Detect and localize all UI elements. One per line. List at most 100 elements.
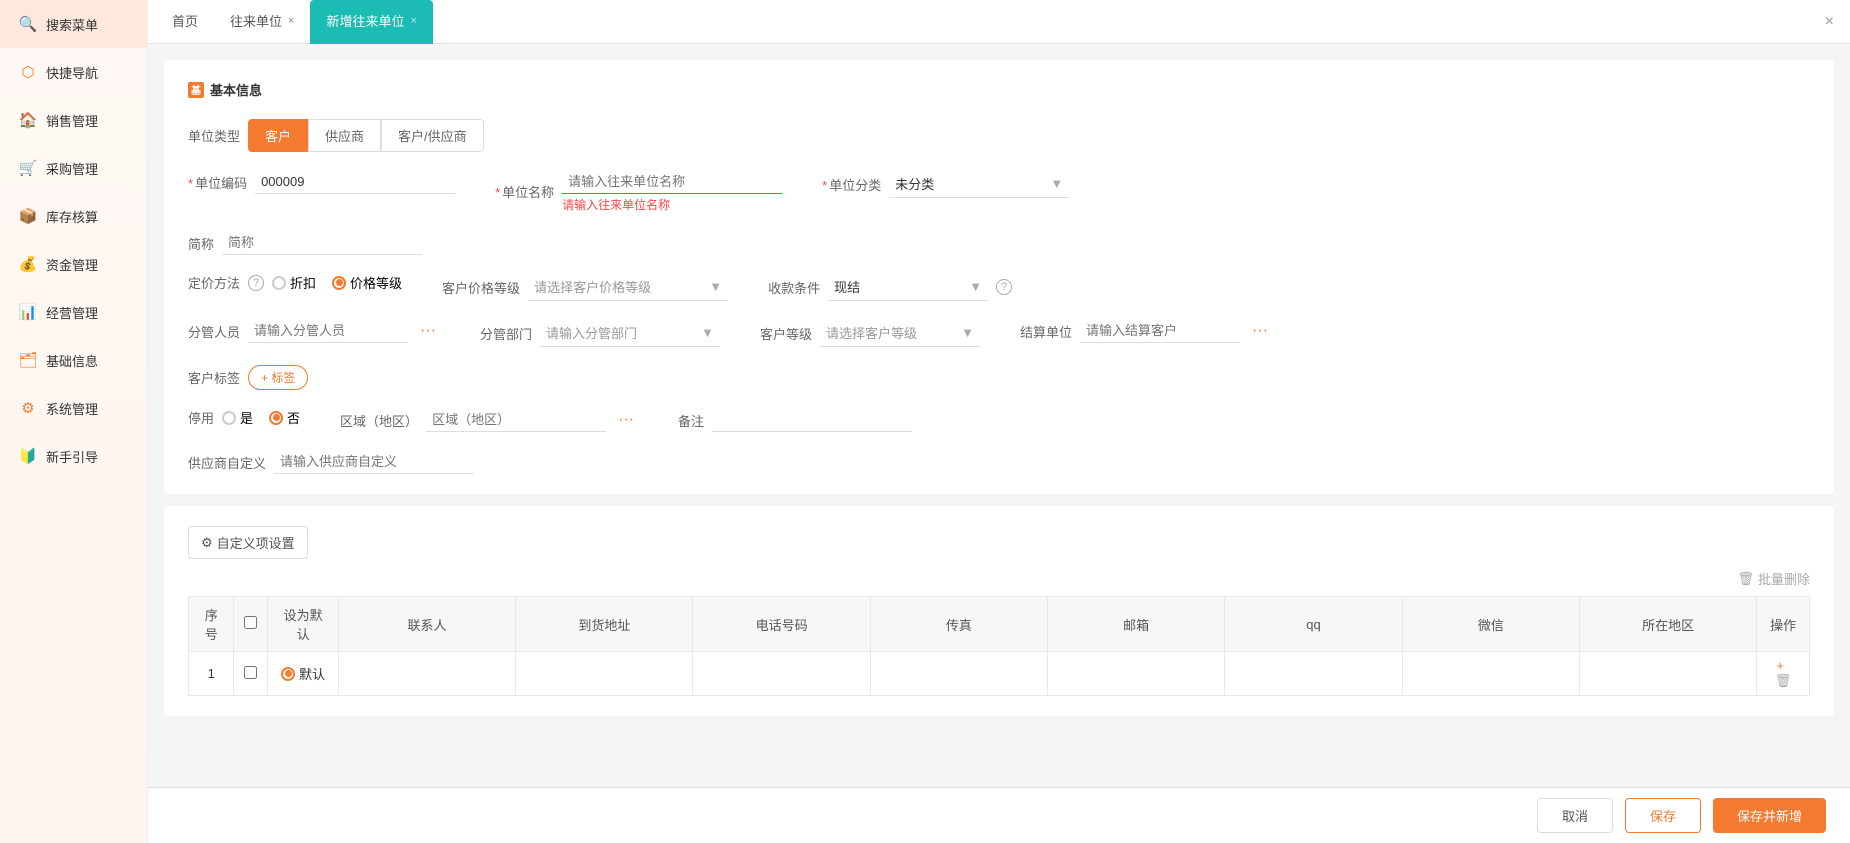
tabbar: 首页 往来单位 × 新增往来单位 × ×: [148, 0, 1850, 44]
field-disabled: 停用 是 否: [188, 408, 300, 427]
sidebar-item-system[interactable]: ⚙ 系统管理: [0, 384, 147, 432]
add-tag-button[interactable]: + 标签: [248, 365, 308, 390]
form-row-disabled: 停用 是 否: [188, 408, 1810, 432]
sidebar-item-purchase[interactable]: 🛒 采购管理: [0, 144, 147, 192]
col-qq: qq: [1225, 597, 1402, 652]
cell-contact[interactable]: [338, 652, 515, 696]
wechat-input[interactable]: [1413, 666, 1569, 681]
customer-level-select[interactable]: 请选择客户等级 ▼: [820, 319, 980, 347]
tab-counterparty[interactable]: 往来单位 ×: [214, 0, 310, 44]
unit-name-input[interactable]: [562, 170, 782, 194]
unit-category-select[interactable]: 未分类 ▼: [889, 170, 1069, 198]
save-add-button[interactable]: 保存并新增: [1713, 798, 1826, 833]
table-header-actions: 🗑 批量删除: [188, 569, 1810, 588]
basic-info-card: 基 基本信息 单位类型 客户 供应商 客户/供应商: [164, 60, 1834, 494]
delete-row-btn[interactable]: 🗑: [1775, 673, 1792, 688]
delete-icon: 🗑: [1737, 571, 1754, 587]
save-button[interactable]: 保存: [1625, 798, 1701, 833]
cell-email[interactable]: [1048, 652, 1225, 696]
address-input[interactable]: [526, 666, 682, 681]
qq-input[interactable]: [1235, 666, 1391, 681]
field-shortname: 简称: [188, 231, 422, 255]
cancel-button[interactable]: 取消: [1537, 798, 1613, 833]
contacts-table: 序号 设为默认 联系人 到货地址 电话号码 传真 邮箱 qq 微信 所在地区 操…: [188, 596, 1810, 696]
default-radio[interactable]: 默认: [278, 664, 327, 683]
cell-wechat[interactable]: [1402, 652, 1579, 696]
tab-home[interactable]: 首页: [156, 0, 214, 44]
select-all-checkbox[interactable]: [244, 616, 257, 629]
chevron-down-icon5: ▼: [961, 325, 974, 340]
tab-new-counterparty-close[interactable]: ×: [410, 15, 416, 27]
field-unit-category: *单位分类 未分类 ▼: [822, 170, 1069, 198]
radio-circle-level: [332, 276, 346, 290]
settlement-unit-input[interactable]: [1080, 319, 1240, 343]
btn-type-customer[interactable]: 客户: [248, 119, 308, 152]
cell-fax[interactable]: [870, 652, 1047, 696]
field-customer-price-level: 客户价格等级 请选择客户价格等级 ▼: [442, 273, 728, 301]
btn-type-both[interactable]: 客户/供应商: [381, 119, 484, 152]
unit-name-wrap: 请输入往来单位名称: [562, 170, 782, 213]
col-check: [234, 597, 268, 652]
short-name-input[interactable]: [222, 231, 422, 255]
sidebar-item-basicinfo[interactable]: 🗂 基础信息: [0, 336, 147, 384]
field-settlement-unit: 结算单位 ···: [1020, 319, 1272, 343]
contact-input[interactable]: [349, 666, 505, 681]
gear-icon: ⚙: [201, 535, 213, 551]
cell-region[interactable]: [1580, 652, 1757, 696]
sidebar-item-quicknav[interactable]: ⬡ 快捷导航: [0, 48, 147, 96]
manager-input[interactable]: [248, 319, 408, 343]
sidebar-item-guide[interactable]: 🔰 新手引导: [0, 432, 147, 480]
settlement-more-btn[interactable]: ···: [1248, 322, 1272, 340]
custom-settings-button[interactable]: ⚙ 自定义项设置: [188, 526, 308, 559]
custom-settings-row: ⚙ 自定义项设置: [188, 526, 1810, 559]
tabbar-close-all[interactable]: ×: [1817, 13, 1842, 31]
remark-input[interactable]: [712, 408, 912, 432]
field-supplier-custom: 供应商自定义: [188, 450, 474, 474]
cell-ops: + 🗑: [1757, 652, 1810, 696]
region-table-input[interactable]: [1590, 666, 1746, 681]
field-unit-name: *单位名称 请输入往来单位名称: [495, 170, 782, 213]
phone-input[interactable]: [703, 666, 859, 681]
manager-more-btn[interactable]: ···: [416, 322, 440, 340]
region-input[interactable]: [426, 408, 606, 432]
operations-icon: 📊: [18, 302, 38, 322]
sidebar-item-search[interactable]: 🔍 搜索菜单: [0, 0, 147, 48]
sidebar-item-sales[interactable]: 🏠 销售管理: [0, 96, 147, 144]
region-more-btn[interactable]: ···: [614, 411, 638, 429]
default-radio-circle: [281, 667, 295, 681]
customer-price-level-select[interactable]: 请选择客户价格等级 ▼: [528, 273, 728, 301]
tab-new-counterparty[interactable]: 新增往来单位 ×: [310, 0, 432, 44]
field-pricing-method: 定价方法 ? 折扣 价格等级: [188, 273, 402, 292]
sidebar-item-operations[interactable]: 📊 经营管理: [0, 288, 147, 336]
pricing-help-icon[interactable]: ?: [248, 275, 264, 291]
batch-delete-button[interactable]: 🗑 批量删除: [1737, 569, 1810, 588]
disabled-radio-no[interactable]: 否: [269, 408, 300, 427]
cell-phone[interactable]: [693, 652, 870, 696]
card-title: 基 基本信息: [188, 80, 1810, 99]
col-default: 设为默认: [268, 597, 338, 652]
col-phone: 电话号码: [693, 597, 870, 652]
department-select[interactable]: 请输入分管部门 ▼: [540, 319, 720, 347]
form-row-pricing: 定价方法 ? 折扣 价格等级: [188, 273, 1810, 301]
btn-type-supplier[interactable]: 供应商: [308, 119, 381, 152]
disabled-radio-yes[interactable]: 是: [222, 408, 253, 427]
pricing-radio-level[interactable]: 价格等级: [332, 273, 402, 292]
unit-code-input[interactable]: [255, 170, 455, 194]
field-remark: 备注: [678, 408, 912, 432]
form-section: 单位类型 客户 供应商 客户/供应商 *单位编码: [188, 119, 1810, 474]
cell-qq[interactable]: [1225, 652, 1402, 696]
cell-address[interactable]: [516, 652, 693, 696]
guide-icon: 🔰: [18, 446, 38, 466]
fax-input[interactable]: [881, 666, 1037, 681]
sidebar-item-inventory[interactable]: 📦 库存核算: [0, 192, 147, 240]
email-input[interactable]: [1058, 666, 1214, 681]
collection-help-icon[interactable]: ?: [996, 279, 1012, 295]
add-row-btn[interactable]: +: [1776, 658, 1784, 673]
row-checkbox[interactable]: [244, 666, 257, 679]
sidebar-item-finance[interactable]: 💰 资金管理: [0, 240, 147, 288]
supplier-custom-input[interactable]: [274, 450, 474, 474]
form-row-shortname: 简称: [188, 231, 1810, 255]
pricing-radio-discount[interactable]: 折扣: [272, 273, 316, 292]
collection-condition-select[interactable]: 现结 ▼: [828, 273, 988, 301]
tab-counterparty-close[interactable]: ×: [288, 15, 294, 27]
